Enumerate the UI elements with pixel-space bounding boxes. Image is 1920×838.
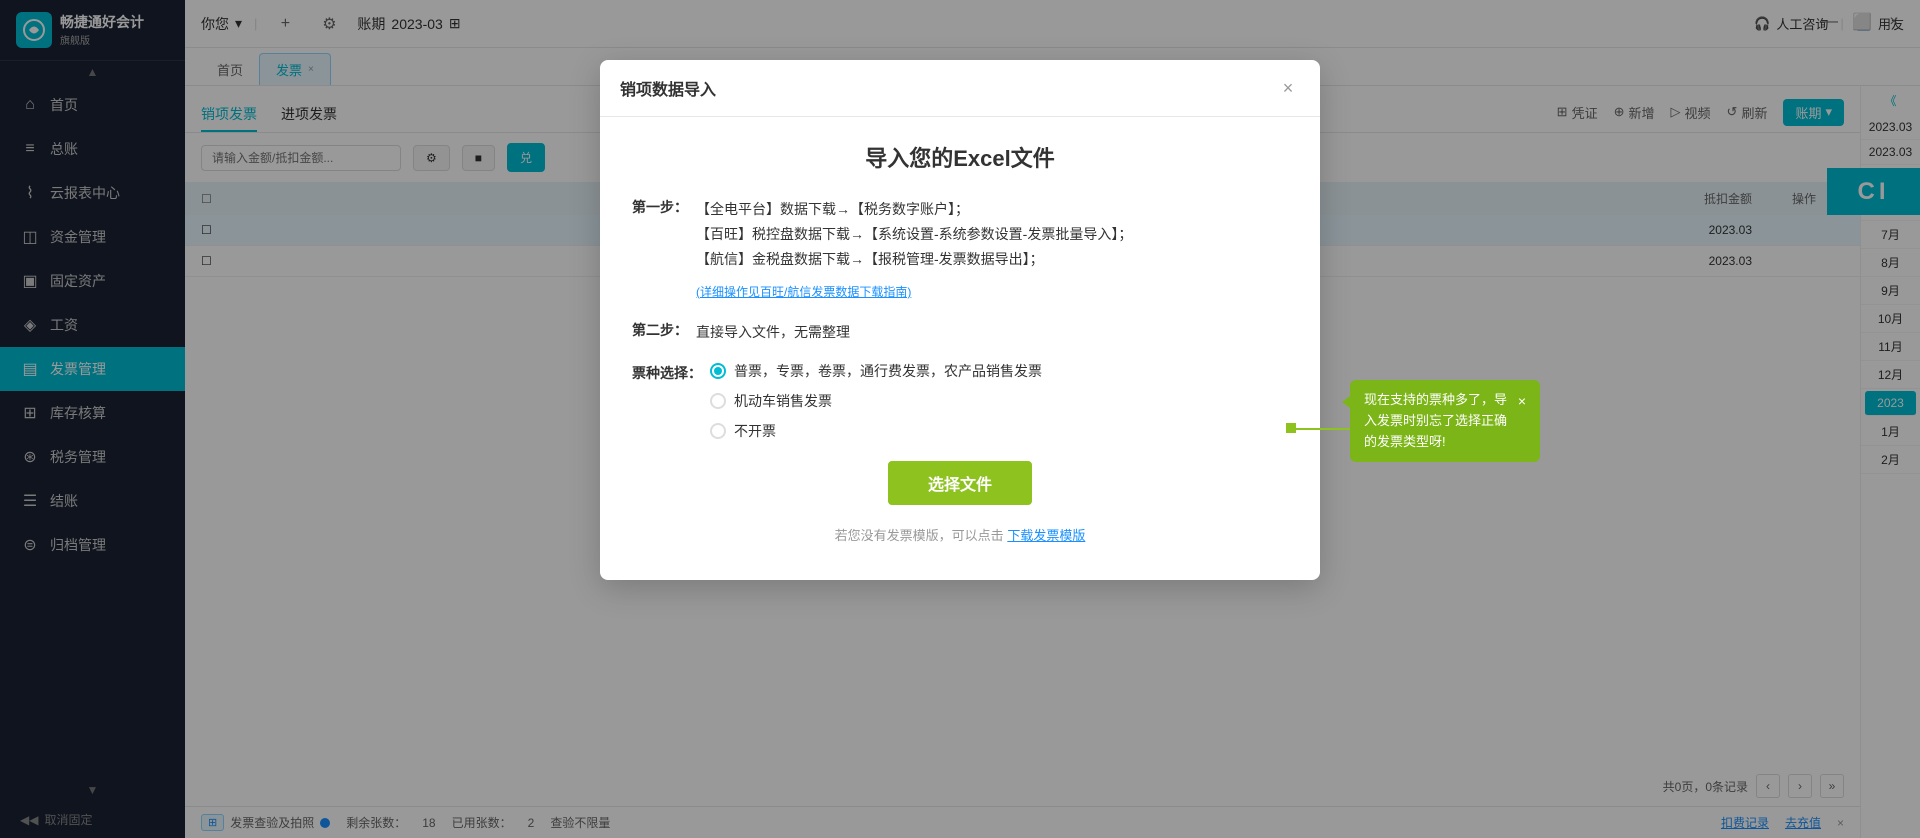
modal-header: 销项数据导入 ×: [600, 60, 1320, 117]
step1-label: 第一步：: [632, 197, 688, 304]
step1-line1: 【全电平台】数据下载→【税务数字账户】；: [696, 197, 1132, 222]
tooltip-dot: [1286, 423, 1296, 433]
import-modal: 销项数据导入 × 导入您的Excel文件 第一步： 【全电平台】数据下载→【税务…: [600, 60, 1320, 580]
modal-footer: 若您没有发票模版，可以点击 下载发票模版: [632, 525, 1288, 560]
radio-none-label: 不开票: [734, 421, 776, 441]
import-title: 导入您的Excel文件: [632, 141, 1288, 173]
radio-motor[interactable]: 机动车销售发票: [710, 391, 1042, 411]
tooltip-line: [1290, 428, 1350, 430]
guide-link[interactable]: (详细操作见百旺/航信发票数据下载指南): [696, 285, 911, 299]
radio-circle-motor: [710, 393, 726, 409]
modal-title: 销项数据导入: [620, 76, 716, 100]
radio-circle-normal: [710, 363, 726, 379]
step2-label: 第二步：: [632, 320, 688, 345]
radio-circle-none: [710, 423, 726, 439]
step1-line3: 【航信】金税盘数据下载→【报税管理-发票数据导出】；: [696, 247, 1132, 272]
radio-normal-label: 普票，专票，卷票，通行费发票，农产品销售发票: [734, 361, 1042, 381]
tooltip-bubble: 现在支持的票种多了，导入发票时别忘了选择正确的发票类型呀! ×: [1350, 380, 1540, 462]
step1-line2: 【百旺】税控盘数据下载→【系统设置-系统参数设置-发票批量导入】；: [696, 222, 1132, 247]
download-template-link[interactable]: 下载发票模版: [1007, 528, 1085, 543]
radio-normal[interactable]: 普票，专票，卷票，通行费发票，农产品销售发票: [710, 361, 1042, 381]
tooltip-container: 现在支持的票种多了，导入发票时别忘了选择正确的发票类型呀! ×: [1350, 380, 1540, 462]
radio-none[interactable]: 不开票: [710, 421, 1042, 441]
tooltip-text: 现在支持的票种多了，导入发票时别忘了选择正确的发票类型呀!: [1364, 390, 1514, 452]
footer-text: 若您没有发票模版，可以点击: [835, 528, 1004, 543]
step2-content: 直接导入文件，无需整理: [696, 320, 850, 345]
radio-dot-normal: [714, 367, 722, 375]
radio-motor-label: 机动车销售发票: [734, 391, 832, 411]
step2-row: 第二步： 直接导入文件，无需整理: [632, 320, 1288, 345]
radio-group: 普票，专票，卷票，通行费发票，农产品销售发票 机动车销售发票 不开票: [710, 361, 1042, 441]
ticket-label: 票种选择：: [632, 361, 702, 383]
ticket-selection: 票种选择： 普票，专票，卷票，通行费发票，农产品销售发票: [632, 361, 1288, 441]
select-file-btn[interactable]: 选择文件: [888, 461, 1032, 505]
tooltip-arrow: [1342, 396, 1350, 408]
step1-content: 【全电平台】数据下载→【税务数字账户】； 【百旺】税控盘数据下载→【系统设置-系…: [696, 197, 1132, 304]
step1-row: 第一步： 【全电平台】数据下载→【税务数字账户】； 【百旺】税控盘数据下载→【系…: [632, 197, 1288, 304]
modal-body: 导入您的Excel文件 第一步： 【全电平台】数据下载→【税务数字账户】； 【百…: [600, 117, 1320, 580]
modal-close-btn[interactable]: ×: [1276, 76, 1300, 100]
select-file-section: 选择文件: [632, 461, 1288, 505]
modal-overlay: 销项数据导入 × 导入您的Excel文件 第一步： 【全电平台】数据下载→【税务…: [0, 0, 1920, 838]
tooltip-close-btn[interactable]: ×: [1518, 390, 1526, 412]
